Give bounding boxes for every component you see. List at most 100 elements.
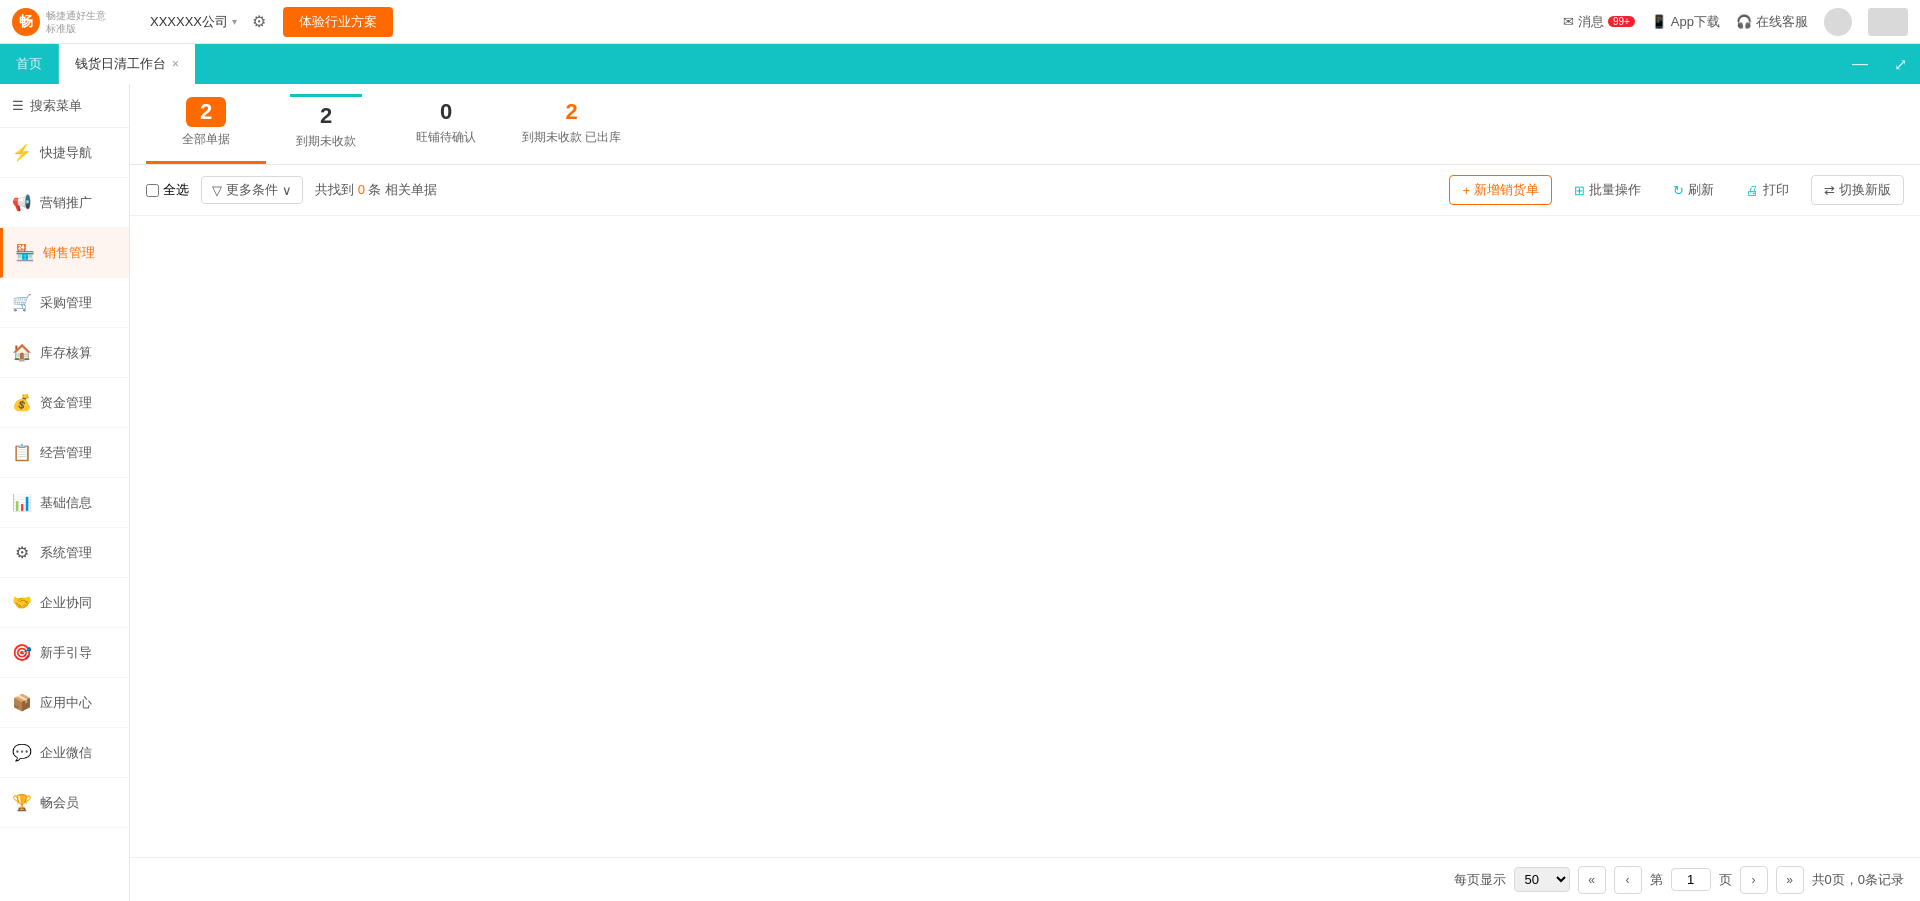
shop-icon: 🏪: [15, 243, 35, 262]
logo-text: 畅捷通好生意 标准版: [46, 9, 106, 35]
sidebar-label-quick-nav: 快捷导航: [40, 144, 92, 162]
money-icon: 💰: [12, 393, 32, 412]
stat-tab-pending[interactable]: 0 旺铺待确认: [386, 84, 506, 164]
next-page-btn[interactable]: ›: [1740, 866, 1768, 894]
sidebar-item-guide[interactable]: 🎯 新手引导: [0, 628, 129, 678]
sidebar-item-wechat[interactable]: 💬 企业微信: [0, 728, 129, 778]
sidebar-label-system: 系统管理: [40, 544, 92, 562]
header-right: ✉ 消息 99+ 📱 App下载 🎧 在线客服: [1563, 8, 1908, 36]
sidebar-item-marketing[interactable]: 📢 营销推广: [0, 178, 129, 228]
sidebar: ☰ 搜索菜单 ⚡ 快捷导航 📢 营销推广 🏪 销售管理 🛒 采购管理 🏠 库存核…: [0, 84, 130, 901]
sidebar-item-quick-nav[interactable]: ⚡ 快捷导航: [0, 128, 129, 178]
layout: ☰ 搜索菜单 ⚡ 快捷导航 📢 营销推广 🏪 销售管理 🛒 采购管理 🏠 库存核…: [0, 84, 1920, 901]
total-info: 共0页，0条记录: [1812, 871, 1904, 889]
add-sales-order-button[interactable]: + 新增销货单: [1449, 175, 1552, 205]
search-icon: ☰: [12, 98, 24, 113]
add-btn-label: 新增销货单: [1474, 181, 1539, 199]
prev-page-btn[interactable]: ‹: [1614, 866, 1642, 894]
last-page-btn[interactable]: »: [1776, 866, 1804, 894]
sidebar-item-app-center[interactable]: 📦 应用中心: [0, 678, 129, 728]
sidebar-item-finance[interactable]: 💰 资金管理: [0, 378, 129, 428]
select-all-label: 全选: [163, 181, 189, 199]
lightning-icon: ⚡: [12, 143, 32, 162]
first-page-btn[interactable]: «: [1578, 866, 1606, 894]
stat-tab-shipped[interactable]: 2 到期未收款 已出库: [506, 84, 637, 164]
page-number-input[interactable]: [1671, 868, 1711, 891]
page-suffix: 页: [1719, 871, 1732, 889]
stat-num-all: 2: [186, 97, 226, 127]
app-download-icon: 📱: [1651, 14, 1667, 29]
stat-num-pending: 0: [440, 99, 452, 125]
search-menu-label: 搜索菜单: [30, 97, 82, 115]
switch-version-button[interactable]: ⇄ 切换新版: [1811, 175, 1904, 205]
minimize-icon: —: [1852, 55, 1868, 73]
sidebar-item-sales[interactable]: 🏪 销售管理: [0, 228, 129, 278]
tab-cash-flow-label: 钱货日清工作台: [75, 55, 166, 73]
refresh-label: 刷新: [1688, 181, 1714, 199]
sidebar-label-guide: 新手引导: [40, 644, 92, 662]
user-name-area[interactable]: [1868, 8, 1908, 36]
count-unit: 条: [368, 182, 381, 197]
tab-cash-flow[interactable]: 钱货日清工作台 ×: [59, 44, 195, 84]
count-number: 0: [358, 182, 365, 197]
logo-area: 畅 畅捷通好生意 标准版: [12, 8, 142, 36]
sidebar-item-purchase[interactable]: 🛒 采购管理: [0, 278, 129, 328]
tab-home-label: 首页: [16, 55, 42, 73]
tab-home[interactable]: 首页: [0, 44, 59, 84]
print-button[interactable]: 🖨 打印: [1736, 176, 1799, 204]
maximize-icon: ⤢: [1894, 55, 1907, 74]
main-content: 2 全部单据 2 到期未收款 0 旺铺待确认 2 到期未收款 已出库: [130, 84, 1920, 901]
company-selector[interactable]: XXXXXX公司 ▾: [150, 13, 237, 31]
sidebar-item-system[interactable]: ⚙ 系统管理: [0, 528, 129, 578]
member-icon: 🏆: [12, 793, 32, 812]
trial-button[interactable]: 体验行业方案: [283, 7, 393, 37]
checkbox-input[interactable]: [146, 184, 159, 197]
handshake-icon: 🤝: [12, 593, 32, 612]
page-size-select[interactable]: 50 100 200: [1514, 867, 1570, 892]
stat-num-shipped: 2: [566, 99, 578, 125]
megaphone-icon: 📢: [12, 193, 32, 212]
sidebar-label-inventory: 库存核算: [40, 344, 92, 362]
refresh-button[interactable]: ↻ 刷新: [1663, 176, 1724, 204]
sidebar-label-basic-info: 基础信息: [40, 494, 92, 512]
plus-icon: +: [1462, 183, 1470, 198]
sidebar-item-member[interactable]: 🏆 畅会员: [0, 778, 129, 828]
stat-label-overdue: 到期未收款: [296, 133, 356, 150]
wechat-icon: 💬: [12, 743, 32, 762]
stat-label-shipped: 到期未收款 已出库: [522, 129, 621, 146]
search-menu[interactable]: ☰ 搜索菜单: [0, 84, 129, 128]
switch-icon: ⇄: [1824, 183, 1835, 198]
message-label: 消息: [1578, 13, 1604, 31]
batch-label: 批量操作: [1589, 181, 1641, 199]
sidebar-label-finance: 资金管理: [40, 394, 92, 412]
app-download-item[interactable]: 📱 App下载: [1651, 13, 1720, 31]
sidebar-item-enterprise[interactable]: 🤝 企业协同: [0, 578, 129, 628]
message-item[interactable]: ✉ 消息 99+: [1563, 13, 1635, 31]
gear-icon: ⚙: [12, 543, 32, 562]
sidebar-label-enterprise: 企业协同: [40, 594, 92, 612]
minimize-btn[interactable]: —: [1840, 44, 1880, 84]
sidebar-label-operations: 经营管理: [40, 444, 92, 462]
count-suffix: 相关单据: [385, 182, 437, 197]
pagination: 每页显示 50 100 200 « ‹ 第 页 › » 共0页，0条记录: [130, 857, 1920, 901]
stat-tab-overdue[interactable]: 2 到期未收款: [266, 84, 386, 164]
tab-close-icon[interactable]: ×: [172, 57, 179, 71]
sidebar-item-inventory[interactable]: 🏠 库存核算: [0, 328, 129, 378]
online-service-item[interactable]: 🎧 在线客服: [1736, 13, 1808, 31]
avatar[interactable]: [1824, 8, 1852, 36]
company-name: XXXXXX公司: [150, 13, 228, 31]
result-count: 共找到 0 条 相关单据: [315, 181, 437, 199]
stat-tab-all[interactable]: 2 全部单据: [146, 84, 266, 164]
sidebar-label-wechat: 企业微信: [40, 744, 92, 762]
batch-operation-button[interactable]: ⊞ 批量操作: [1564, 176, 1651, 204]
switch-label: 切换新版: [1839, 181, 1891, 199]
header: 畅 畅捷通好生意 标准版 XXXXXX公司 ▾ ⚙ 体验行业方案 ✉ 消息 99…: [0, 0, 1920, 44]
chevron-down-icon: ▾: [232, 16, 237, 27]
maximize-btn[interactable]: ⤢: [1880, 44, 1920, 84]
sidebar-item-operations[interactable]: 📋 经营管理: [0, 428, 129, 478]
settings-icon[interactable]: ⚙: [245, 8, 273, 36]
tabbar: 首页 钱货日清工作台 × — ⤢: [0, 44, 1920, 84]
select-all-checkbox[interactable]: 全选: [146, 181, 189, 199]
sidebar-item-basic-info[interactable]: 📊 基础信息: [0, 478, 129, 528]
filter-dropdown[interactable]: ▽ 更多条件 ∨: [201, 176, 303, 204]
